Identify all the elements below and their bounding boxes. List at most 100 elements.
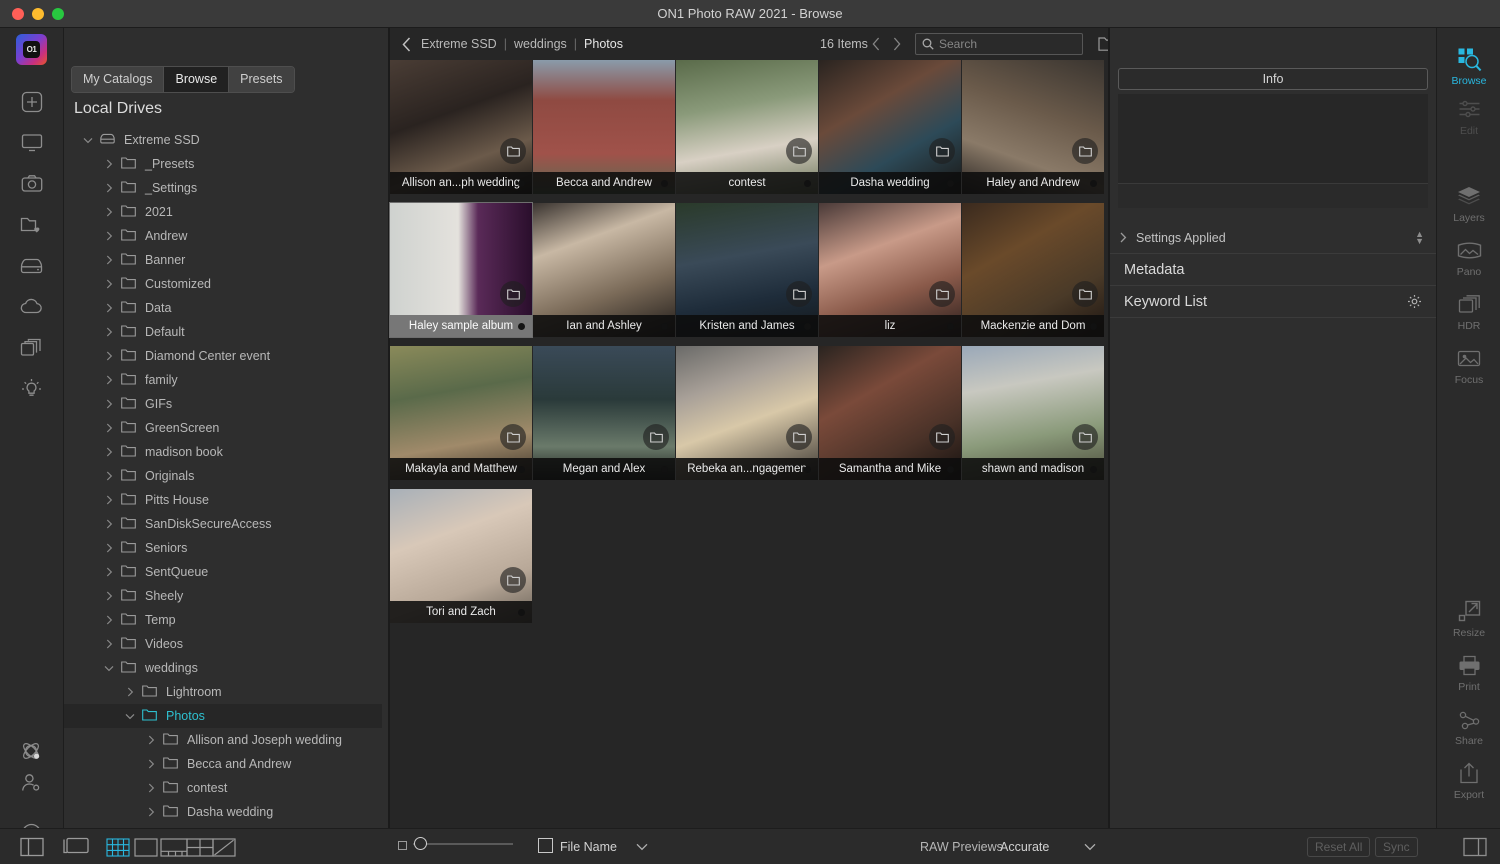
tree-item-seniors[interactable]: Seniors (64, 536, 382, 560)
chevron-right-icon[interactable] (145, 734, 157, 746)
thumbnail-rating-dot[interactable] (1090, 466, 1097, 473)
folder-badge-icon[interactable] (786, 424, 812, 450)
thumbnail-item[interactable]: Mackenzie and Dom (962, 203, 1104, 337)
tab-browse[interactable]: Browse (164, 67, 230, 92)
tree-item-customized[interactable]: Customized (64, 272, 382, 296)
stepper-icon[interactable]: ▲ ▼ (1415, 229, 1424, 245)
module-layers[interactable]: Layers (1437, 183, 1500, 224)
chevron-right-icon[interactable] (145, 806, 157, 818)
thumbnail-item[interactable]: liz (819, 203, 961, 337)
albums-icon[interactable] (16, 332, 47, 363)
module-focus[interactable]: Focus (1437, 345, 1500, 386)
search-box[interactable] (915, 33, 1083, 55)
thumbnail-item[interactable]: Makayla and Matthew (390, 346, 532, 480)
folder-badge-icon[interactable] (500, 281, 526, 307)
left-panel-toggle-icon[interactable] (20, 837, 44, 857)
tree-item-sheely[interactable]: Sheely (64, 584, 382, 608)
thumbnail-rating-dot[interactable] (1090, 323, 1097, 330)
tree-item-banner[interactable]: Banner (64, 248, 382, 272)
thumbnail-item[interactable]: Becca and Andrew (533, 60, 675, 194)
thumbnail-rating-dot[interactable] (661, 180, 668, 187)
thumbnail-item[interactable]: Allison an...ph wedding (390, 60, 532, 194)
tree-item-andrew[interactable]: Andrew (64, 224, 382, 248)
chevron-right-icon[interactable] (103, 422, 115, 434)
tree-item-family[interactable]: family (64, 368, 382, 392)
chevron-right-icon[interactable] (103, 398, 115, 410)
tree-item-videos[interactable]: Videos (64, 632, 382, 656)
tree-item-2021[interactable]: 2021 (64, 200, 382, 224)
chevron-right-icon[interactable] (103, 494, 115, 506)
thumbnail-rating-dot[interactable] (947, 466, 954, 473)
folder-badge-icon[interactable] (786, 138, 812, 164)
raw-previews-value[interactable]: Accurate (1000, 840, 1049, 854)
module-print[interactable]: Print (1437, 652, 1500, 693)
section-keyword-list[interactable]: Keyword List (1110, 286, 1436, 318)
right-panel-toggle-icon[interactable] (1463, 837, 1487, 857)
thumbnail-rating-dot[interactable] (518, 323, 525, 330)
section-settings-applied[interactable]: Settings Applied ▲ ▼ (1110, 222, 1436, 254)
chevron-right-icon[interactable] (103, 614, 115, 626)
tree-item-weddings[interactable]: weddings (64, 656, 382, 680)
folder-badge-icon[interactable] (500, 567, 526, 593)
filmstrip-view-icon[interactable] (160, 837, 188, 857)
thumbnail-rating-dot[interactable] (947, 323, 954, 330)
tab-presets[interactable]: Presets (229, 67, 294, 92)
compare-view-icon[interactable] (186, 837, 214, 857)
tree-item-allison-and-joseph-wedding[interactable]: Allison and Joseph wedding (64, 728, 382, 752)
chevron-right-icon[interactable] (103, 278, 115, 290)
thumbnail-rating-dot[interactable] (947, 180, 954, 187)
tree-item-extreme-ssd[interactable]: Extreme SSD (64, 128, 382, 152)
thumbnail-item[interactable]: Ian and Ashley (533, 203, 675, 337)
tab-my-catalogs[interactable]: My Catalogs (72, 67, 165, 92)
chevron-right-icon[interactable] (103, 302, 115, 314)
account-icon[interactable] (16, 767, 47, 798)
chevron-right-icon[interactable] (103, 542, 115, 554)
thumbnail-item[interactable]: Tori and Zach (390, 489, 532, 623)
chevron-right-icon[interactable] (103, 638, 115, 650)
folder-badge-icon[interactable] (929, 138, 955, 164)
single-view-icon[interactable] (134, 837, 158, 857)
tree-item-settings[interactable]: _Settings (64, 176, 382, 200)
thumbnail-size-knob[interactable] (414, 837, 427, 850)
tree-item-sandisksecureaccess[interactable]: SanDiskSecureAccess (64, 512, 382, 536)
chevron-right-icon[interactable] (103, 254, 115, 266)
chevron-right-icon[interactable] (145, 782, 157, 794)
chevron-right-icon[interactable] (103, 350, 115, 362)
preview-toggle-icon[interactable] (62, 837, 90, 857)
module-pano[interactable]: Pano (1437, 237, 1500, 278)
module-browse[interactable]: Browse (1437, 46, 1500, 87)
chevron-right-icon[interactable] (103, 158, 115, 170)
chevron-right-icon[interactable] (103, 566, 115, 578)
raw-previews-chevron-down-icon[interactable] (1084, 843, 1096, 851)
thumbnail-rating-dot[interactable] (518, 466, 525, 473)
gear-icon[interactable] (1407, 294, 1422, 309)
thumbnail-rating-dot[interactable] (518, 609, 525, 616)
tree-item-dasha-wedding[interactable]: Dasha wedding (64, 800, 382, 824)
tree-item-photos[interactable]: Photos (64, 704, 382, 728)
thumbnail-item[interactable]: contest (676, 60, 818, 194)
folder-badge-icon[interactable] (929, 281, 955, 307)
thumbnail-item[interactable]: shawn and madison (962, 346, 1104, 480)
thumbnail-rating-dot[interactable] (1090, 180, 1097, 187)
thumbnail-item[interactable]: Haley and Andrew (962, 60, 1104, 194)
module-resize[interactable]: Resize (1437, 598, 1500, 639)
drive-icon[interactable] (16, 250, 47, 281)
folder-badge-icon[interactable] (643, 424, 669, 450)
chevron-right-icon[interactable] (103, 518, 115, 530)
tree-item-lightroom[interactable]: Lightroom (64, 680, 382, 704)
tree-item-originals[interactable]: Originals (64, 464, 382, 488)
breadcrumb-item-1[interactable]: weddings (514, 37, 567, 51)
thumbnail-item[interactable]: Dasha wedding (819, 60, 961, 194)
chevron-right-icon[interactable] (145, 758, 157, 770)
thumbnail-rating-dot[interactable] (804, 180, 811, 187)
section-metadata[interactable]: Metadata (1110, 254, 1436, 286)
chevron-right-icon[interactable] (103, 590, 115, 602)
thumbnail-rating-dot[interactable] (661, 466, 668, 473)
chevron-right-icon[interactable] (103, 446, 115, 458)
back-chevron-icon[interactable] (402, 36, 411, 52)
camera-icon[interactable] (16, 168, 47, 199)
cloud-icon[interactable] (16, 291, 47, 322)
folder-badge-icon[interactable] (500, 138, 526, 164)
thumbnail-rating-dot[interactable] (518, 180, 525, 187)
thumbnail-item[interactable]: Haley sample album (389, 202, 533, 338)
